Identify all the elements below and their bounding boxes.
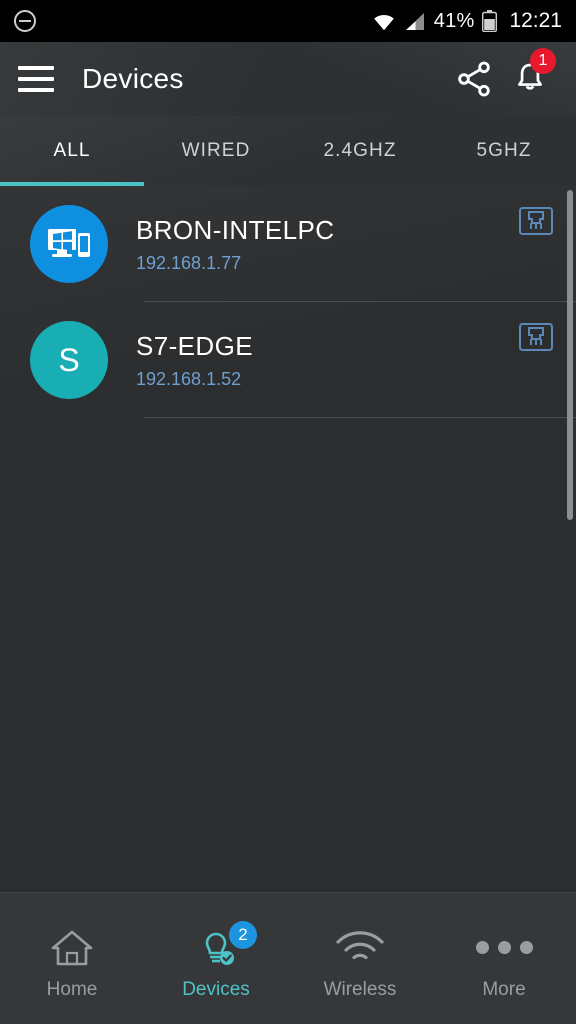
tab-wired[interactable]: WIRED <box>144 116 288 186</box>
avatar <box>30 205 108 283</box>
page-title: Devices <box>82 63 184 94</box>
device-info: BRON-INTELPC 192.168.1.77 <box>136 214 496 274</box>
status-bar-right: 41% 12:21 <box>372 9 562 33</box>
notifications-button[interactable]: 1 <box>502 48 558 98</box>
share-button[interactable] <box>446 59 502 99</box>
nav-label-devices: Devices <box>182 978 250 1000</box>
hamburger-menu-icon[interactable] <box>18 66 54 92</box>
more-dots <box>475 923 533 973</box>
scrollbar[interactable] <box>567 190 573 520</box>
device-ip: 192.168.1.52 <box>136 369 242 389</box>
device-name: BRON-INTELPC <box>136 215 335 245</box>
tab-wired-label: WIRED <box>181 140 251 161</box>
nav-item-wireless[interactable]: Wireless <box>288 893 432 1024</box>
tab-5ghz-label: 5GHZ <box>476 140 532 161</box>
wifi-signal-icon <box>333 923 387 973</box>
more-dots-icon <box>475 923 533 973</box>
nav-item-home[interactable]: Home <box>0 893 144 1024</box>
share-icon <box>454 59 494 99</box>
table-row[interactable]: S S7-EDGE 192.168.1.52 <box>0 302 576 418</box>
app-bar: Devices 1 <box>0 42 576 116</box>
avatar-letter: S <box>58 341 80 378</box>
wifi-icon <box>372 12 396 31</box>
do-not-disturb-icon <box>14 10 36 32</box>
tab-5ghz[interactable]: 5GHZ <box>432 116 576 186</box>
app-screen: 41% 12:21 Devices 1 ALL WIRED 2.4GHZ 5GH… <box>0 0 576 1024</box>
ethernet-port-icon <box>496 320 576 354</box>
battery-percent-label: 41% <box>433 9 475 32</box>
status-bar-left <box>14 10 372 32</box>
device-name: S7-EDGE <box>136 331 253 361</box>
bottom-navigation: Home 2 Devices Wireless More <box>0 892 576 1024</box>
tab-24ghz[interactable]: 2.4GHZ <box>288 116 432 186</box>
home-icon <box>48 923 96 973</box>
device-ip: 192.168.1.77 <box>136 253 242 273</box>
nav-item-more[interactable]: More <box>432 893 576 1024</box>
nav-badge-devices: 2 <box>229 920 257 949</box>
tab-all-label: ALL <box>53 140 91 161</box>
windows-pc-icon <box>46 224 92 264</box>
nav-label-more: More <box>482 978 526 1000</box>
tab-all[interactable]: ALL <box>0 116 144 186</box>
nav-label-wireless: Wireless <box>323 978 397 1000</box>
clock-label: 12:21 <box>509 9 562 32</box>
devices-check-icon: 2 <box>193 920 257 973</box>
status-bar: 41% 12:21 <box>0 0 576 42</box>
device-info: S7-EDGE 192.168.1.52 <box>136 330 496 390</box>
cellular-signal-icon <box>404 12 426 31</box>
ethernet-port-icon <box>496 204 576 238</box>
table-row[interactable]: BRON-INTELPC 192.168.1.77 <box>0 186 576 302</box>
avatar: S <box>30 321 108 399</box>
nav-label-home: Home <box>46 978 98 1000</box>
row-divider <box>144 417 576 418</box>
notification-badge: 1 <box>530 48 556 74</box>
device-list: BRON-INTELPC 192.168.1.77 S S7-EDGE 192.… <box>0 186 576 892</box>
tab-24ghz-label: 2.4GHZ <box>323 140 397 161</box>
battery-icon <box>482 10 498 32</box>
tab-bar: ALL WIRED 2.4GHZ 5GHZ <box>0 116 576 186</box>
nav-item-devices[interactable]: 2 Devices <box>144 893 288 1024</box>
